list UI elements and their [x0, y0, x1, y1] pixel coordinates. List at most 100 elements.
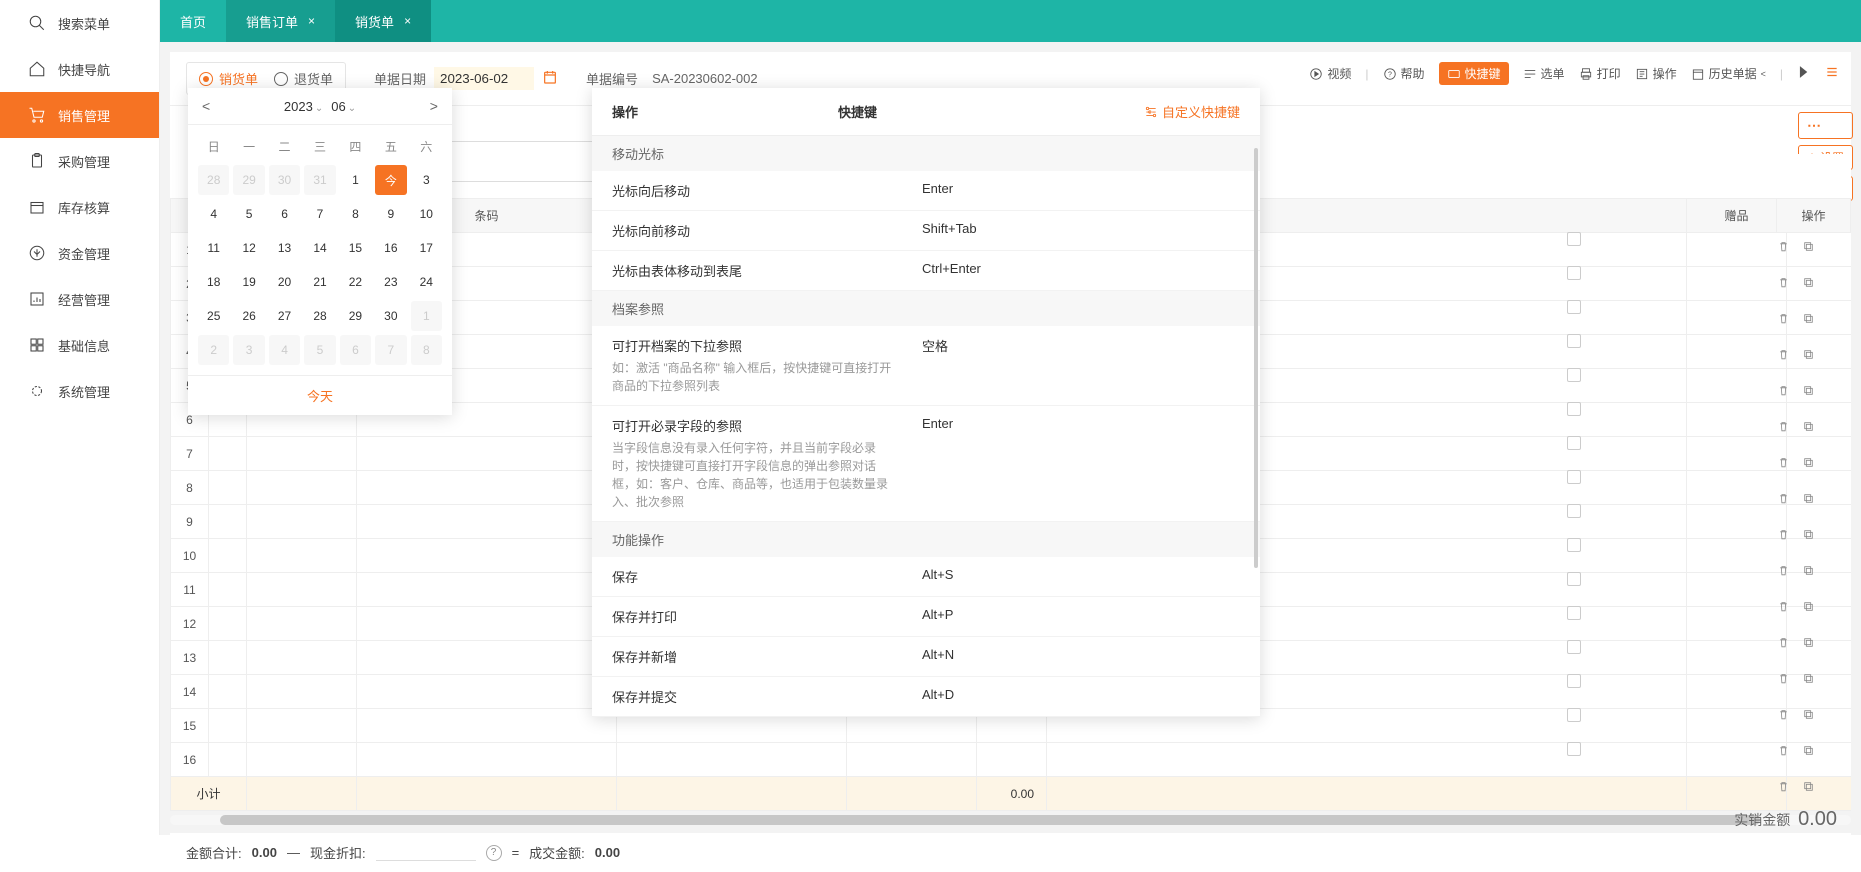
delete-icon[interactable]: [1777, 636, 1790, 652]
shortcut-button[interactable]: 快捷键: [1439, 62, 1509, 85]
close-icon[interactable]: ×: [404, 14, 411, 28]
gift-checkbox[interactable]: [1567, 674, 1581, 688]
operate-button[interactable]: 操作: [1635, 65, 1677, 82]
delete-icon[interactable]: [1777, 744, 1790, 760]
copy-icon[interactable]: [1802, 708, 1815, 724]
copy-icon[interactable]: [1802, 276, 1815, 292]
dp-day[interactable]: 27: [269, 301, 300, 331]
more-button-boxed[interactable]: ⋯: [1798, 112, 1853, 139]
dp-day-prev[interactable]: 30: [269, 165, 300, 195]
dp-day-today[interactable]: 今: [375, 165, 406, 195]
prev-month-button[interactable]: <: [202, 98, 210, 114]
dp-day-next[interactable]: 1: [411, 301, 442, 331]
gift-checkbox[interactable]: [1567, 470, 1581, 484]
next-icon[interactable]: [1797, 65, 1811, 82]
dp-day[interactable]: 23: [375, 267, 406, 297]
radio-delivery[interactable]: 销货单: [199, 69, 258, 88]
dp-day[interactable]: 14: [304, 233, 335, 263]
dp-day[interactable]: 15: [340, 233, 371, 263]
copy-icon[interactable]: [1802, 384, 1815, 400]
sidebar-item-sales[interactable]: 销售管理: [0, 92, 159, 138]
today-button[interactable]: 今天: [188, 375, 452, 415]
gift-checkbox[interactable]: [1567, 436, 1581, 450]
gift-checkbox[interactable]: [1567, 300, 1581, 314]
select-button[interactable]: 选单: [1523, 65, 1565, 82]
dp-day-prev[interactable]: 31: [304, 165, 335, 195]
dp-day-prev[interactable]: 28: [198, 165, 229, 195]
copy-icon[interactable]: [1802, 492, 1815, 508]
delete-icon[interactable]: [1777, 492, 1790, 508]
dp-day[interactable]: 18: [198, 267, 229, 297]
delete-icon[interactable]: [1777, 672, 1790, 688]
dp-day[interactable]: 28: [304, 301, 335, 331]
list-icon[interactable]: [1825, 65, 1839, 82]
copy-icon[interactable]: [1802, 420, 1815, 436]
gift-checkbox[interactable]: [1567, 334, 1581, 348]
delete-icon[interactable]: [1777, 564, 1790, 580]
dp-day[interactable]: 7: [304, 199, 335, 229]
sidebar-item-quicknav[interactable]: 快捷导航: [0, 46, 159, 92]
dp-day[interactable]: 19: [233, 267, 264, 297]
dp-day-next[interactable]: 2: [198, 335, 229, 365]
sidebar-item-search[interactable]: 搜索菜单: [0, 0, 159, 46]
copy-icon[interactable]: [1802, 600, 1815, 616]
table-row[interactable]: 16: [171, 743, 1852, 777]
dp-day[interactable]: 6: [269, 199, 300, 229]
gift-checkbox[interactable]: [1567, 572, 1581, 586]
customize-shortcut-button[interactable]: 自定义快捷键: [1144, 102, 1240, 121]
gift-checkbox[interactable]: [1567, 402, 1581, 416]
dp-day[interactable]: 17: [411, 233, 442, 263]
dp-day[interactable]: 13: [269, 233, 300, 263]
copy-icon[interactable]: [1802, 672, 1815, 688]
dp-day[interactable]: 8: [340, 199, 371, 229]
gift-checkbox[interactable]: [1567, 538, 1581, 552]
history-button[interactable]: 历史单据<: [1691, 65, 1766, 82]
close-icon[interactable]: ×: [308, 14, 315, 28]
col-gift[interactable]: 赠品: [1687, 199, 1787, 233]
copy-icon[interactable]: [1802, 780, 1815, 796]
dp-day[interactable]: 25: [198, 301, 229, 331]
copy-icon[interactable]: [1802, 456, 1815, 472]
help-button[interactable]: ?帮助: [1383, 65, 1425, 82]
date-input[interactable]: [434, 67, 534, 90]
gift-checkbox[interactable]: [1567, 504, 1581, 518]
dp-day-next[interactable]: 6: [340, 335, 371, 365]
dp-day-next[interactable]: 7: [375, 335, 406, 365]
delete-icon[interactable]: [1777, 600, 1790, 616]
dp-day[interactable]: 10: [411, 199, 442, 229]
calendar-icon[interactable]: [542, 69, 558, 88]
gift-checkbox[interactable]: [1567, 640, 1581, 654]
sidebar-item-baseinfo[interactable]: 基础信息: [0, 322, 159, 368]
sidebar-item-business[interactable]: 经营管理: [0, 276, 159, 322]
delete-icon[interactable]: [1777, 780, 1790, 796]
delete-icon[interactable]: [1777, 312, 1790, 328]
gift-checkbox[interactable]: [1567, 266, 1581, 280]
tab-sales-order[interactable]: 销售订单×: [226, 0, 335, 42]
delete-icon[interactable]: [1777, 384, 1790, 400]
delete-icon[interactable]: [1777, 240, 1790, 256]
dp-day[interactable]: 24: [411, 267, 442, 297]
sidebar-item-system[interactable]: 系统管理: [0, 368, 159, 414]
dp-day[interactable]: 9: [375, 199, 406, 229]
scrollbar-vertical[interactable]: [1254, 148, 1258, 568]
copy-icon[interactable]: [1802, 636, 1815, 652]
copy-icon[interactable]: [1802, 564, 1815, 580]
gift-checkbox[interactable]: [1567, 708, 1581, 722]
delete-icon[interactable]: [1777, 456, 1790, 472]
next-month-button[interactable]: >: [430, 98, 438, 114]
dp-day-next[interactable]: 4: [269, 335, 300, 365]
gift-checkbox[interactable]: [1567, 232, 1581, 246]
discount-input[interactable]: [376, 845, 476, 861]
gift-checkbox[interactable]: [1567, 742, 1581, 756]
sidebar-item-inventory[interactable]: 库存核算: [0, 184, 159, 230]
sidebar-item-purchase[interactable]: 采购管理: [0, 138, 159, 184]
dp-day[interactable]: 4: [198, 199, 229, 229]
dp-day-next[interactable]: 5: [304, 335, 335, 365]
copy-icon[interactable]: [1802, 528, 1815, 544]
delete-icon[interactable]: [1777, 528, 1790, 544]
scrollbar-thumb[interactable]: [220, 815, 1760, 825]
copy-icon[interactable]: [1802, 240, 1815, 256]
video-button[interactable]: 视频: [1309, 65, 1351, 82]
dp-day-next[interactable]: 8: [411, 335, 442, 365]
dp-day[interactable]: 26: [233, 301, 264, 331]
